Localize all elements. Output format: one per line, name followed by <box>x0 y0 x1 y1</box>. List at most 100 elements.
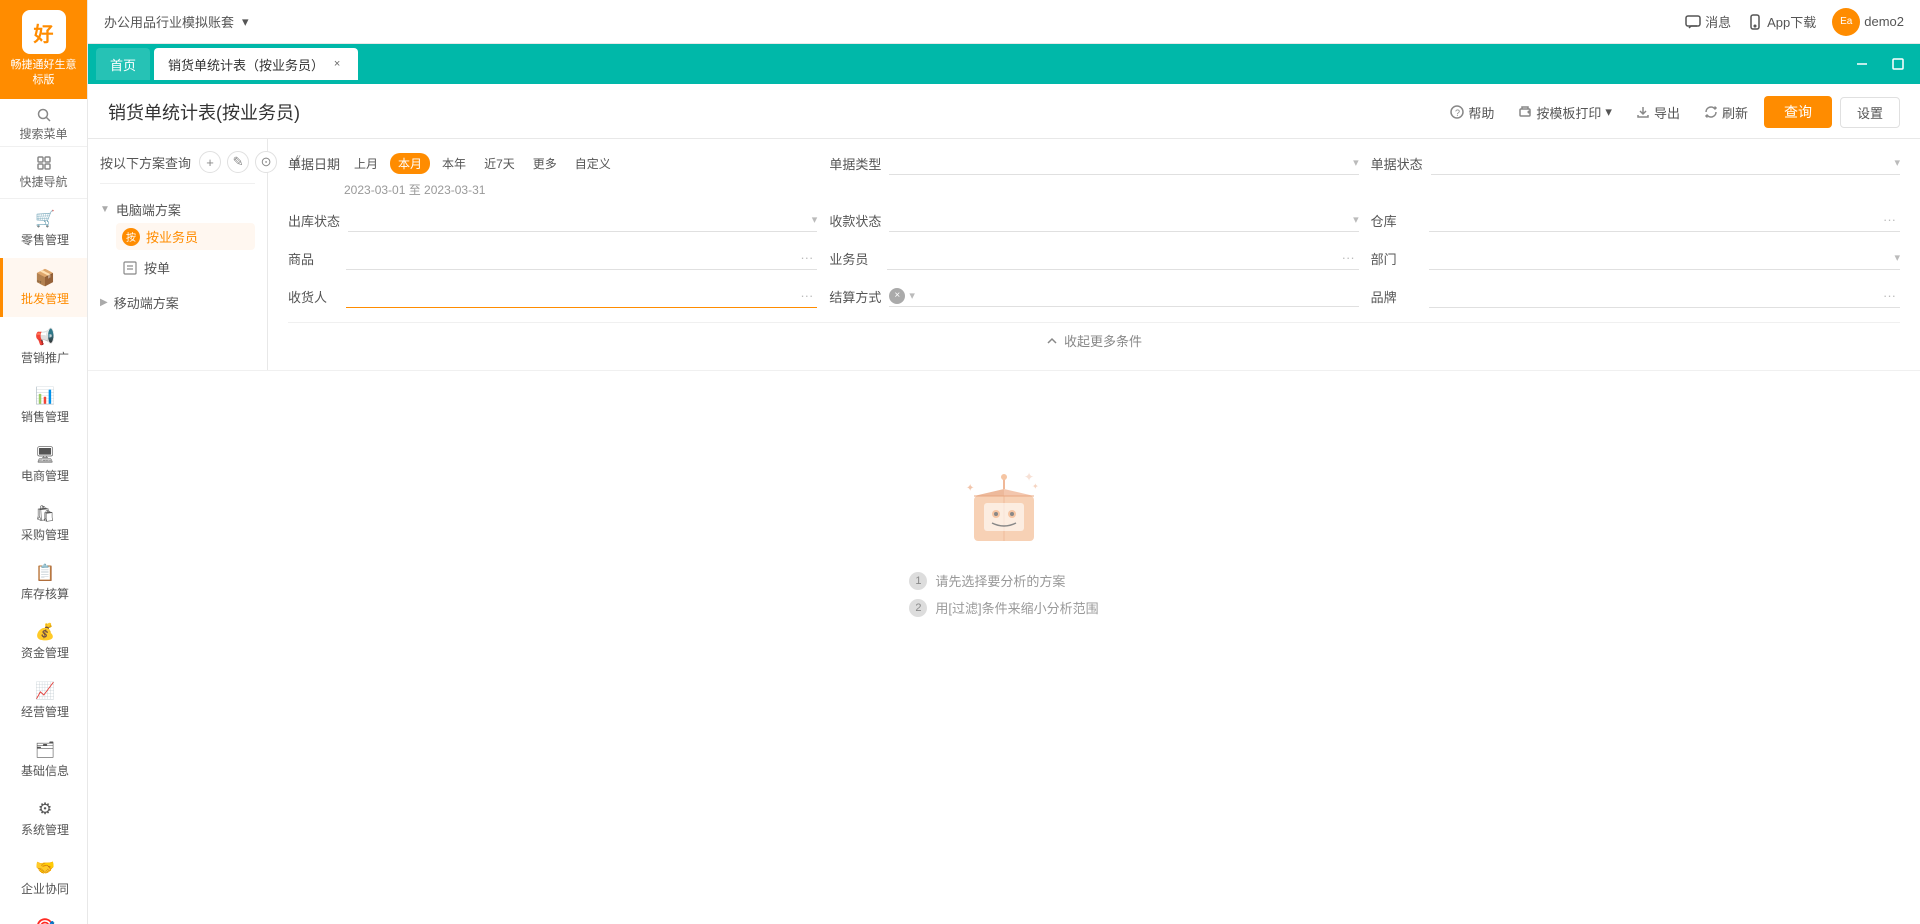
inventory-icon: 📋 <box>35 563 55 583</box>
collapse-icon <box>1046 335 1058 347</box>
salesperson-wrapper[interactable]: ··· <box>887 246 1358 270</box>
doc-status-input[interactable] <box>1431 153 1895 172</box>
warehouse-dots-icon[interactable]: ··· <box>1879 212 1900 227</box>
message-btn[interactable]: 消息 <box>1685 12 1731 31</box>
scheme-by-order[interactable]: 按单 <box>116 254 255 281</box>
wholesale-icon: 📦 <box>35 268 55 288</box>
app-download-label: App下载 <box>1767 12 1816 31</box>
sidebar-item-wholesale[interactable]: 📦 批发管理 <box>0 258 87 317</box>
app-download-btn[interactable]: App下载 <box>1747 12 1816 31</box>
sidebar-item-system[interactable]: ⚙ 系统管理 <box>0 789 87 848</box>
collapse-conditions-btn[interactable]: 收起更多条件 <box>288 322 1900 358</box>
recipient-dots-icon[interactable]: ··· <box>796 288 817 303</box>
operation-icon: 📈 <box>35 681 55 701</box>
sidebar-item-label: 电商管理 <box>21 467 69 484</box>
user-profile[interactable]: Ea demo2 <box>1832 8 1904 36</box>
recipient-wrapper[interactable]: ··· <box>346 284 817 308</box>
goods-dots-icon[interactable]: ··· <box>796 250 817 265</box>
edit-scheme-btn[interactable]: ✎ <box>227 151 249 173</box>
pay-status-input[interactable] <box>889 210 1353 229</box>
export-btn[interactable]: 导出 <box>1628 99 1688 126</box>
filter-row-2: 出库状态 ▾ 收款状态 ▾ <box>288 208 1900 232</box>
salesperson-label: 业务员 <box>829 249 879 268</box>
goods-wrapper[interactable]: ··· <box>346 246 817 270</box>
sidebar-item-label: 基础信息 <box>21 762 69 779</box>
salesperson-scheme-icon: 按 <box>122 228 140 246</box>
help-btn[interactable]: ? 帮助 <box>1442 99 1502 126</box>
sidebar-item-marketing[interactable]: 📢 营销推广 <box>0 317 87 376</box>
empty-illustration: ✦ ✦ ✦ <box>954 451 1054 551</box>
tab-home[interactable]: 首页 <box>96 48 150 80</box>
settings-button[interactable]: 设置 <box>1840 97 1900 128</box>
industry-selector[interactable]: 办公用品行业模拟账套 ▾ <box>104 12 249 31</box>
brand-input[interactable] <box>1429 286 1879 305</box>
sidebar-item-enterprise[interactable]: 🤝 企业协同 <box>0 848 87 907</box>
print-btn[interactable]: 按模板打印 ▾ <box>1510 99 1620 126</box>
tab-minimize-btn[interactable] <box>1848 50 1876 78</box>
out-status-wrapper[interactable]: ▾ <box>348 208 817 232</box>
warehouse-input[interactable] <box>1429 210 1879 229</box>
date-btn-7days[interactable]: 近7天 <box>478 153 521 174</box>
date-btn-last-month[interactable]: 上月 <box>348 153 384 174</box>
filter-warehouse: 仓库 ··· <box>1371 208 1900 232</box>
scheme-label: 按以下方案查询 <box>100 153 191 172</box>
tab-close-btn[interactable]: × <box>330 57 344 71</box>
sidebar-item-sales[interactable]: 📊 销售管理 <box>0 376 87 435</box>
sidebar-item-purchase[interactable]: 🛍 采购管理 <box>0 494 87 553</box>
date-btn-more[interactable]: 更多 <box>527 153 563 174</box>
date-btn-this-year[interactable]: 本年 <box>436 153 472 174</box>
page-inner: 销货单统计表(按业务员) ? 帮助 按模板打印 ▾ 导出 <box>88 84 1920 924</box>
sidebar-item-label: 资金管理 <box>21 644 69 661</box>
department-dropdown-icon[interactable]: ▾ <box>1894 251 1900 264</box>
doc-status-dropdown-icon[interactable]: ▾ <box>1894 156 1900 169</box>
doc-type-wrapper[interactable]: ▾ <box>889 151 1358 175</box>
sidebar-item-ecommerce[interactable]: 🖥 电商管理 <box>0 435 87 494</box>
doc-status-wrapper[interactable]: ▾ <box>1431 151 1900 175</box>
pay-status-wrapper[interactable]: ▾ <box>889 208 1358 232</box>
date-btn-custom[interactable]: 自定义 <box>569 153 617 174</box>
refresh-btn[interactable]: 刷新 <box>1696 99 1756 126</box>
sidebar-item-basic[interactable]: 🗂 基础信息 <box>0 730 87 789</box>
salesperson-dots-icon[interactable]: ··· <box>1338 250 1359 265</box>
sidebar-item-newbie[interactable]: 🎯 新手引导 <box>0 907 87 924</box>
department-wrapper[interactable]: ▾ <box>1429 246 1900 270</box>
sidebar-logo[interactable]: 好 畅捷通好生意 标版 <box>0 0 87 99</box>
quick-nav[interactable]: 快捷导航 <box>0 147 87 199</box>
goods-input[interactable] <box>346 248 796 267</box>
main-area: 办公用品行业模拟账套 ▾ 消息 App下载 Ea <box>88 0 1920 924</box>
brand-dots-icon[interactable]: ··· <box>1879 288 1900 303</box>
doc-type-dropdown-icon[interactable]: ▾ <box>1353 156 1359 169</box>
sidebar-item-finance[interactable]: 💰 资金管理 <box>0 612 87 671</box>
scheme-by-salesperson[interactable]: 按 按业务员 <box>116 223 255 250</box>
scheme-pc[interactable]: ▼ 电脑端方案 <box>100 196 255 223</box>
add-scheme-btn[interactable]: + <box>199 151 221 173</box>
date-btn-this-month[interactable]: 本月 <box>390 153 430 174</box>
settlement-dropdown-icon[interactable]: ▾ <box>909 289 915 302</box>
tab-bar: 首页 销货单统计表（按业务员） × <box>88 44 1920 84</box>
recipient-input[interactable] <box>346 286 796 305</box>
sidebar-item-inventory[interactable]: 📋 库存核算 <box>0 553 87 612</box>
salesperson-input[interactable] <box>887 248 1337 267</box>
print-dropdown-icon[interactable]: ▾ <box>1605 104 1612 120</box>
empty-state: ✦ ✦ ✦ 1 请先选择要分析的方案 2 用[过滤]条件来缩小分析范围 <box>88 371 1920 697</box>
brand-wrapper[interactable]: ··· <box>1429 284 1900 308</box>
tab-sales-stats[interactable]: 销货单统计表（按业务员） × <box>154 48 358 80</box>
query-button[interactable]: 查询 <box>1764 96 1832 128</box>
scheme-pc-children: 按 按业务员 按单 <box>116 223 255 281</box>
department-input[interactable] <box>1429 248 1895 267</box>
sidebar-item-operation[interactable]: 📈 经营管理 <box>0 671 87 730</box>
out-status-input[interactable] <box>348 210 812 229</box>
scheme-mobile[interactable]: ▶ 移动端方案 <box>100 289 255 316</box>
pay-status-dropdown-icon[interactable]: ▾ <box>1353 213 1359 226</box>
sidebar-item-retail[interactable]: 🛒 零售管理 <box>0 199 87 258</box>
settlement-clear-btn[interactable]: × <box>889 288 905 304</box>
filter-goods: 商品 ··· <box>288 246 817 270</box>
sidebar-search[interactable]: 搜索菜单 <box>0 99 87 147</box>
filter-row-3: 商品 ··· 业务员 ··· <box>288 246 1900 270</box>
tab-maximize-btn[interactable] <box>1884 50 1912 78</box>
scheme-header: 按以下方案查询 + ✎ ⊙ 《 <box>100 151 255 184</box>
out-status-dropdown-icon[interactable]: ▾ <box>812 213 818 226</box>
sidebar-item-label: 库存核算 <box>21 585 69 602</box>
warehouse-wrapper[interactable]: ··· <box>1429 208 1900 232</box>
doc-type-input[interactable] <box>889 153 1353 172</box>
